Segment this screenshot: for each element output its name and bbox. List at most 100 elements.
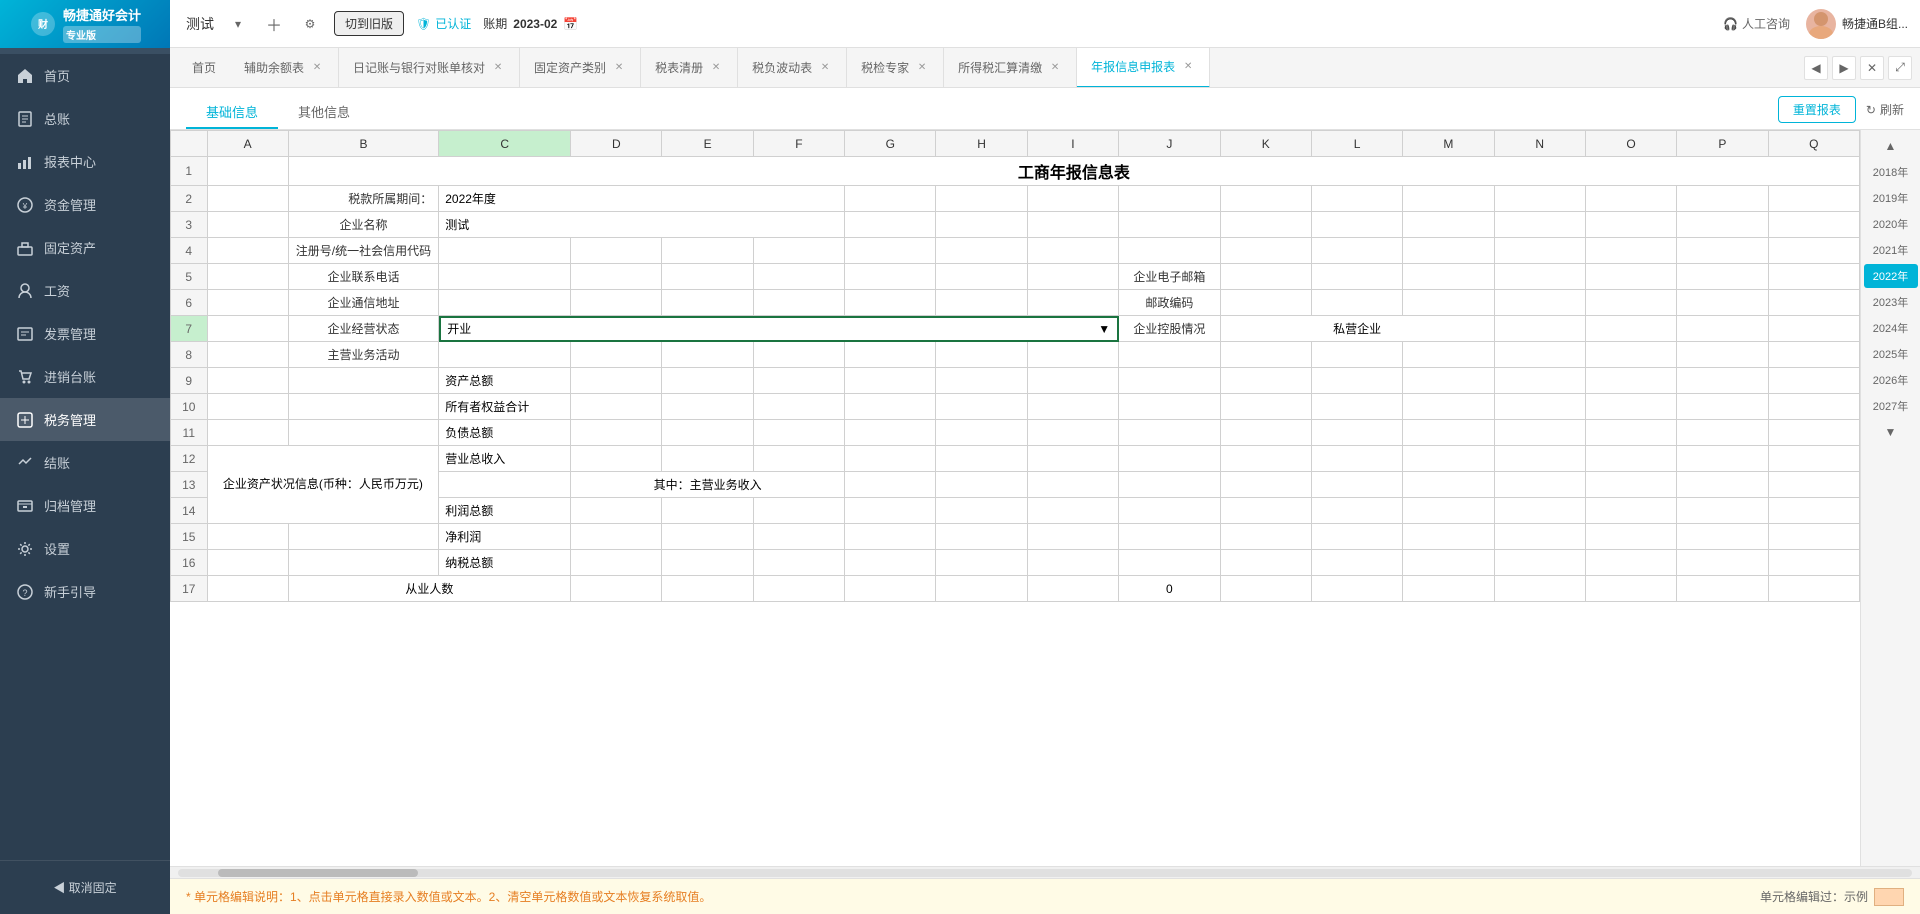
cell-12-I[interactable] (1027, 446, 1118, 472)
cell-4-A[interactable] (207, 238, 288, 264)
cell-8-F[interactable] (753, 342, 844, 368)
cell-11-A[interactable] (207, 420, 288, 446)
tab-close-income[interactable]: ✕ (1048, 61, 1062, 75)
cell-17-O[interactable] (1585, 576, 1676, 602)
cell-17-F[interactable] (753, 576, 844, 602)
cell-11-F[interactable] (753, 420, 844, 446)
tab-close-all-btn[interactable]: ✕ (1860, 56, 1884, 80)
cell-17-D[interactable] (571, 576, 662, 602)
cell-14-N[interactable] (1494, 498, 1585, 524)
cell-13-M[interactable] (1403, 472, 1494, 498)
year-scroll-up-btn[interactable]: ▲ (1879, 134, 1903, 158)
cell-9-H[interactable] (936, 368, 1027, 394)
cell-15-M[interactable] (1403, 524, 1494, 550)
scrollbar-thumb[interactable] (218, 869, 418, 877)
cell-14-P[interactable] (1677, 498, 1768, 524)
cell-10-D[interactable] (571, 394, 662, 420)
cell-8-K[interactable] (1220, 342, 1311, 368)
cell-6-N[interactable] (1494, 290, 1585, 316)
col-header-C[interactable]: C (439, 131, 571, 157)
year-item-2024[interactable]: 2024年 (1864, 316, 1918, 340)
cell-15-J[interactable] (1119, 524, 1220, 550)
tab-expand-btn[interactable]: ⤢ (1888, 56, 1912, 80)
cell-13-K[interactable] (1220, 472, 1311, 498)
cell-13-L[interactable] (1311, 472, 1402, 498)
cell-5-L[interactable] (1311, 264, 1402, 290)
cell-5-A[interactable] (207, 264, 288, 290)
cell-11-Q[interactable] (1768, 420, 1859, 446)
col-header-I[interactable]: I (1027, 131, 1118, 157)
cell-12-D[interactable] (571, 446, 662, 472)
cell-14-J[interactable] (1119, 498, 1220, 524)
cell-6-A[interactable] (207, 290, 288, 316)
cell-3-O[interactable] (1585, 212, 1676, 238)
cell-12-L[interactable] (1311, 446, 1402, 472)
sidebar-item-payroll[interactable]: 工资 (0, 269, 170, 312)
cell-2-Q[interactable] (1768, 186, 1859, 212)
col-header-L[interactable]: L (1311, 131, 1402, 157)
cell-15-D[interactable] (571, 524, 662, 550)
cell-14-H[interactable] (936, 498, 1027, 524)
cell-4-I[interactable] (1027, 238, 1118, 264)
cell-3-H[interactable] (936, 212, 1027, 238)
cell-9-M[interactable] (1403, 368, 1494, 394)
cell-6-G[interactable] (845, 290, 936, 316)
cell-4-F[interactable] (753, 238, 844, 264)
cell-6-I[interactable] (1027, 290, 1118, 316)
year-item-2019[interactable]: 2019年 (1864, 186, 1918, 210)
cell-6-O[interactable] (1585, 290, 1676, 316)
reset-report-button[interactable]: 重置报表 (1778, 96, 1856, 123)
year-scroll-down-btn[interactable]: ▼ (1879, 420, 1903, 444)
col-header-J[interactable]: J (1119, 131, 1220, 157)
cell-5-O[interactable] (1585, 264, 1676, 290)
sidebar-item-settle[interactable]: 结账 (0, 441, 170, 484)
cell-9-N[interactable] (1494, 368, 1585, 394)
cell-17-L[interactable] (1311, 576, 1402, 602)
tab-aux-balance[interactable]: 辅助余额表 ✕ (230, 48, 339, 88)
cell-4-P[interactable] (1677, 238, 1768, 264)
cell-4-O[interactable] (1585, 238, 1676, 264)
col-header-O[interactable]: O (1585, 131, 1676, 157)
cell-4-D[interactable] (571, 238, 662, 264)
col-header-N[interactable]: N (1494, 131, 1585, 157)
cell-10-J[interactable] (1119, 394, 1220, 420)
cell-14-D[interactable] (571, 498, 662, 524)
cell-8-G[interactable] (845, 342, 936, 368)
cell-15-O[interactable] (1585, 524, 1676, 550)
cell-8-D[interactable] (571, 342, 662, 368)
cell-3-I[interactable] (1027, 212, 1118, 238)
sidebar-item-newbie[interactable]: ? 新手引导 (0, 570, 170, 613)
cell-13-H[interactable] (936, 472, 1027, 498)
cell-3-J[interactable] (1119, 212, 1220, 238)
cell-14-M[interactable] (1403, 498, 1494, 524)
cell-13-G[interactable] (845, 472, 936, 498)
col-header-G[interactable]: G (845, 131, 936, 157)
cell-6-E[interactable] (662, 290, 753, 316)
cell-11-O[interactable] (1585, 420, 1676, 446)
cell-16-Q[interactable] (1768, 550, 1859, 576)
cell-7-Q[interactable] (1768, 316, 1859, 342)
cell-16-K[interactable] (1220, 550, 1311, 576)
cell-16-A[interactable] (207, 550, 288, 576)
cell-11-D[interactable] (571, 420, 662, 446)
cell-8-C[interactable] (439, 342, 571, 368)
tab-close-journal[interactable]: ✕ (491, 61, 505, 75)
cell-3-M[interactable] (1403, 212, 1494, 238)
cell-9-L[interactable] (1311, 368, 1402, 394)
cell-8-O[interactable] (1585, 342, 1676, 368)
cell-3-L[interactable] (1311, 212, 1402, 238)
cell-17-P[interactable] (1677, 576, 1768, 602)
cell-10-M[interactable] (1403, 394, 1494, 420)
cell-4-E[interactable] (662, 238, 753, 264)
cell-16-E[interactable] (662, 550, 753, 576)
col-header-K[interactable]: K (1220, 131, 1311, 157)
cell-16-D[interactable] (571, 550, 662, 576)
cell-2-N[interactable] (1494, 186, 1585, 212)
cell-14-I[interactable] (1027, 498, 1118, 524)
cell-9-Q[interactable] (1768, 368, 1859, 394)
cell-4-M[interactable] (1403, 238, 1494, 264)
sidebar-item-archive[interactable]: 归档管理 (0, 484, 170, 527)
cell-13-N[interactable] (1494, 472, 1585, 498)
cell-11-K[interactable] (1220, 420, 1311, 446)
cell-12-O[interactable] (1585, 446, 1676, 472)
